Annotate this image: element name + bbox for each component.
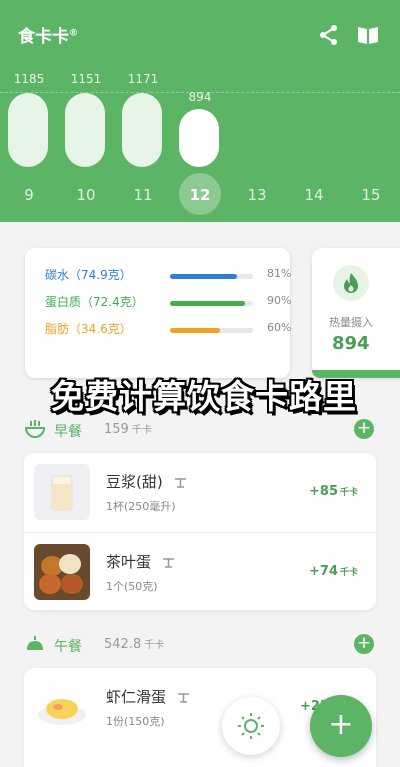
macro-percent: 81% xyxy=(267,267,292,280)
food-calories: +85 千卡 xyxy=(309,484,358,499)
scale-icon xyxy=(162,557,174,568)
app-title: 食卡卡® xyxy=(18,27,78,47)
food-calories: +74 千卡 xyxy=(309,564,358,579)
macro-label: 蛋白质（72.4克） xyxy=(45,295,144,309)
header-panel: 食卡卡® 1185 9 1151 10 1171 11 894 12 13 14… xyxy=(0,0,400,222)
share-icon[interactable] xyxy=(318,24,340,46)
meal-header-breakfast: 早餐 159 千卡 + xyxy=(24,418,376,442)
day-calorie-value: 1171 xyxy=(127,72,159,86)
day-calorie-value: 1151 xyxy=(70,72,102,86)
calorie-value: 894 xyxy=(332,333,370,354)
tea-egg-image xyxy=(34,544,90,600)
meal-calories: 159 千卡 xyxy=(104,422,152,437)
meal-name: 早餐 xyxy=(54,424,82,440)
macro-progress-fill xyxy=(170,301,245,306)
day-calorie-bar xyxy=(179,109,219,167)
food-name: 豆浆(甜) xyxy=(106,471,187,492)
macro-progress-fill xyxy=(170,328,220,333)
day-calorie-value: 894 xyxy=(188,90,212,104)
day-number: 14 xyxy=(304,186,324,204)
macro-progress-track xyxy=(170,328,253,333)
scale-icon xyxy=(177,692,189,703)
day-number: 11 xyxy=(133,186,153,204)
food-portion: 1杯(250毫升) xyxy=(106,500,176,513)
macro-row-carbs: 碳水（74.9克） 81% xyxy=(45,266,291,286)
food-item-soy-milk[interactable]: 豆浆(甜) 1杯(250毫升) +85 千卡 xyxy=(24,453,376,531)
macro-progress-track xyxy=(170,274,253,279)
food-name: 虾仁滑蛋 xyxy=(106,686,190,707)
day-calorie-bar xyxy=(8,93,48,167)
food-portion: 1个(50克) xyxy=(106,580,158,593)
lunch-icon xyxy=(26,636,44,652)
promo-banner-text: 免费计算饮食卡路里 xyxy=(51,377,357,416)
breakfast-food-list: 豆浆(甜) 1杯(250毫升) +85 千卡 茶叶蛋 1个(50克) +74 千卡 xyxy=(24,453,376,610)
flame-icon-bg xyxy=(333,265,369,301)
day-number: 10 xyxy=(76,186,96,204)
macro-label: 脂肪（34.6克） xyxy=(45,322,132,336)
add-breakfast-button[interactable]: + xyxy=(354,419,374,439)
macro-label: 碳水（74.9克） xyxy=(45,268,132,282)
sun-icon xyxy=(238,713,264,739)
day-number: 12 xyxy=(189,186,211,204)
macro-row-fat: 脂肪（34.6克） 60% xyxy=(45,320,291,340)
day-calorie-bar xyxy=(65,93,105,167)
flame-icon xyxy=(344,273,358,293)
bowl-icon xyxy=(24,420,46,439)
meal-header-lunch: 午餐 542.8 千卡 + xyxy=(24,633,376,657)
macro-percent: 60% xyxy=(267,321,292,334)
soy-milk-image xyxy=(34,464,90,520)
macros-card[interactable]: 碳水（74.9克） 81% 蛋白质（72.4克） 90% 脂肪（34.6克） 6… xyxy=(25,248,291,378)
theme-toggle-button[interactable] xyxy=(222,697,280,755)
day-calorie-bar xyxy=(122,93,162,167)
day-number: 15 xyxy=(361,186,381,204)
meal-calories: 542.8 千卡 xyxy=(104,637,165,652)
macro-row-protein: 蛋白质（72.4克） 90% xyxy=(45,293,291,313)
calorie-intake-card[interactable] xyxy=(312,248,400,378)
calorie-label: 热量摄入 xyxy=(329,316,373,329)
shrimp-egg-image xyxy=(34,679,90,735)
scale-icon xyxy=(174,477,186,488)
day-number: 9 xyxy=(24,186,34,204)
macro-percent: 90% xyxy=(267,294,292,307)
food-portion: 1份(150克) xyxy=(106,715,165,728)
food-name: 茶叶蛋 xyxy=(106,551,175,572)
day-number: 13 xyxy=(247,186,267,204)
meal-name: 午餐 xyxy=(54,639,82,655)
book-icon[interactable] xyxy=(357,24,379,46)
macro-progress-track xyxy=(170,301,253,306)
food-item-tea-egg[interactable]: 茶叶蛋 1个(50克) +74 千卡 xyxy=(24,532,376,610)
add-lunch-button[interactable]: + xyxy=(354,634,374,654)
add-food-fab[interactable]: + xyxy=(310,695,372,757)
day-calorie-value: 1185 xyxy=(13,72,45,86)
macro-progress-fill xyxy=(170,274,238,279)
